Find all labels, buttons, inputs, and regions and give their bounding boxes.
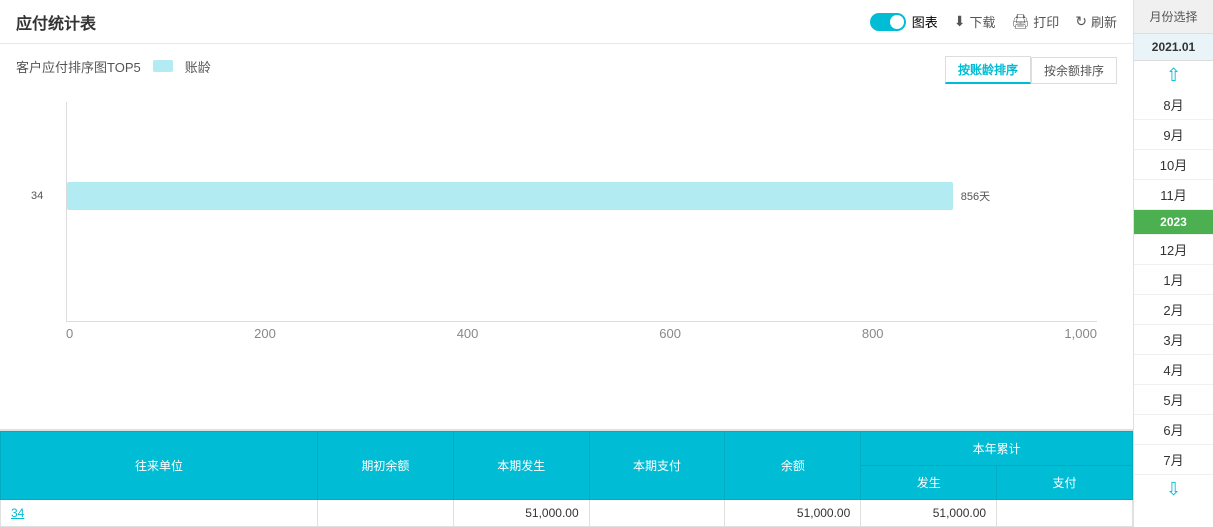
td-current: 51,000.00	[453, 500, 589, 527]
sidebar-nav: ⇧ 8月9月10月11月202312月1月2月3月4月5月6月7月 ⇩	[1134, 61, 1213, 527]
bar-fill	[67, 182, 953, 210]
td-opening	[317, 500, 453, 527]
sidebar-month-item[interactable]: 2月	[1134, 295, 1213, 325]
sidebar-current: 2021.01	[1134, 34, 1213, 61]
print-button[interactable]: 🖨 打印	[1011, 12, 1059, 31]
th-ytd-pay: 支付	[997, 466, 1133, 500]
download-icon: ⬇	[954, 13, 966, 30]
th-payment: 本期支付	[589, 432, 725, 500]
sidebar-month-item[interactable]: 12月	[1134, 235, 1213, 265]
refresh-label: 刷新	[1091, 12, 1117, 31]
th-balance: 余额	[725, 432, 861, 500]
td-unit[interactable]: 34	[1, 500, 318, 527]
sidebar-year-label: 2023	[1134, 210, 1213, 235]
chart-toggle-wrap[interactable]: 图表	[870, 12, 938, 31]
tab-by-balance[interactable]: 按账龄排序	[945, 56, 1031, 84]
refresh-icon: ↻	[1075, 13, 1087, 30]
th-current: 本期发生	[453, 432, 589, 500]
sidebar-month-item[interactable]: 11月	[1134, 180, 1213, 210]
print-label: 打印	[1033, 12, 1059, 31]
sidebar-month-item[interactable]: 7月	[1134, 445, 1213, 475]
chart-toggle[interactable]	[870, 13, 906, 31]
header: 应付统计表 图表 ⬇ 下载 🖨 打印 ↻ 刷新	[0, 0, 1133, 44]
sidebar-month-item[interactable]: 3月	[1134, 325, 1213, 355]
chart-wrapper: 34 856天 0 200 400 600 800 1,000	[66, 92, 1097, 341]
table-area: 往来单位 期初余额 本期发生 本期支付 余额 本年累计 发生 支付 34 51,…	[0, 429, 1133, 527]
sidebar-up-button[interactable]: ⇧	[1134, 61, 1213, 90]
bar-row-label: 34	[31, 190, 43, 202]
header-actions: 图表 ⬇ 下载 🖨 打印 ↻ 刷新	[870, 12, 1117, 31]
chart-toggle-label: 图表	[912, 12, 938, 31]
td-balance: 51,000.00	[725, 500, 861, 527]
x-axis: 0 200 400 600 800 1,000	[66, 326, 1097, 341]
bar-chart: 34 856天	[66, 102, 1097, 322]
sidebar-month-item[interactable]: 5月	[1134, 385, 1213, 415]
legend-text: 客户应付排序图TOP5	[16, 57, 141, 76]
td-payment	[589, 500, 725, 527]
sidebar-header: 月份选择	[1134, 0, 1213, 34]
sidebar: 月份选择 2021.01 ⇧ 8月9月10月11月202312月1月2月3月4月…	[1133, 0, 1213, 527]
download-label: 下载	[969, 12, 995, 31]
legend-color-label: 账龄	[185, 57, 211, 76]
sidebar-month-item[interactable]: 6月	[1134, 415, 1213, 445]
print-icon: 🖨	[1011, 13, 1029, 30]
sidebar-month-item[interactable]: 10月	[1134, 150, 1213, 180]
legend-color-box	[153, 60, 173, 72]
sidebar-month-item[interactable]: 9月	[1134, 120, 1213, 150]
bar-end-label: 856天	[961, 188, 990, 204]
th-opening: 期初余额	[317, 432, 453, 500]
sidebar-month-item[interactable]: 8月	[1134, 90, 1213, 120]
td-ytd-pay	[997, 500, 1133, 527]
table-row: 34 51,000.00 51,000.00 51,000.00	[1, 500, 1133, 527]
download-button[interactable]: ⬇ 下载	[954, 12, 996, 31]
sidebar-down-button[interactable]: ⇩	[1134, 475, 1213, 504]
page-title: 应付统计表	[16, 10, 96, 34]
sidebar-month-item[interactable]: 4月	[1134, 355, 1213, 385]
sidebar-month-item[interactable]: 1月	[1134, 265, 1213, 295]
tab-by-amount[interactable]: 按余额排序	[1031, 57, 1117, 84]
th-ytd-occur: 发生	[861, 466, 997, 500]
chart-legend: 客户应付排序图TOP5 账龄	[16, 57, 211, 76]
th-ytd: 本年累计	[861, 432, 1133, 466]
td-ytd-occur: 51,000.00	[861, 500, 997, 527]
chart-tabs: 按账龄排序 按余额排序	[945, 56, 1117, 84]
th-unit: 往来单位	[1, 432, 318, 500]
chart-header: 客户应付排序图TOP5 账龄 按账龄排序 按余额排序	[16, 56, 1117, 84]
chart-area: 客户应付排序图TOP5 账龄 按账龄排序 按余额排序 34 856天 0	[0, 44, 1133, 429]
data-table: 往来单位 期初余额 本期发生 本期支付 余额 本年累计 发生 支付 34 51,…	[0, 431, 1133, 527]
refresh-button[interactable]: ↻ 刷新	[1075, 12, 1117, 31]
